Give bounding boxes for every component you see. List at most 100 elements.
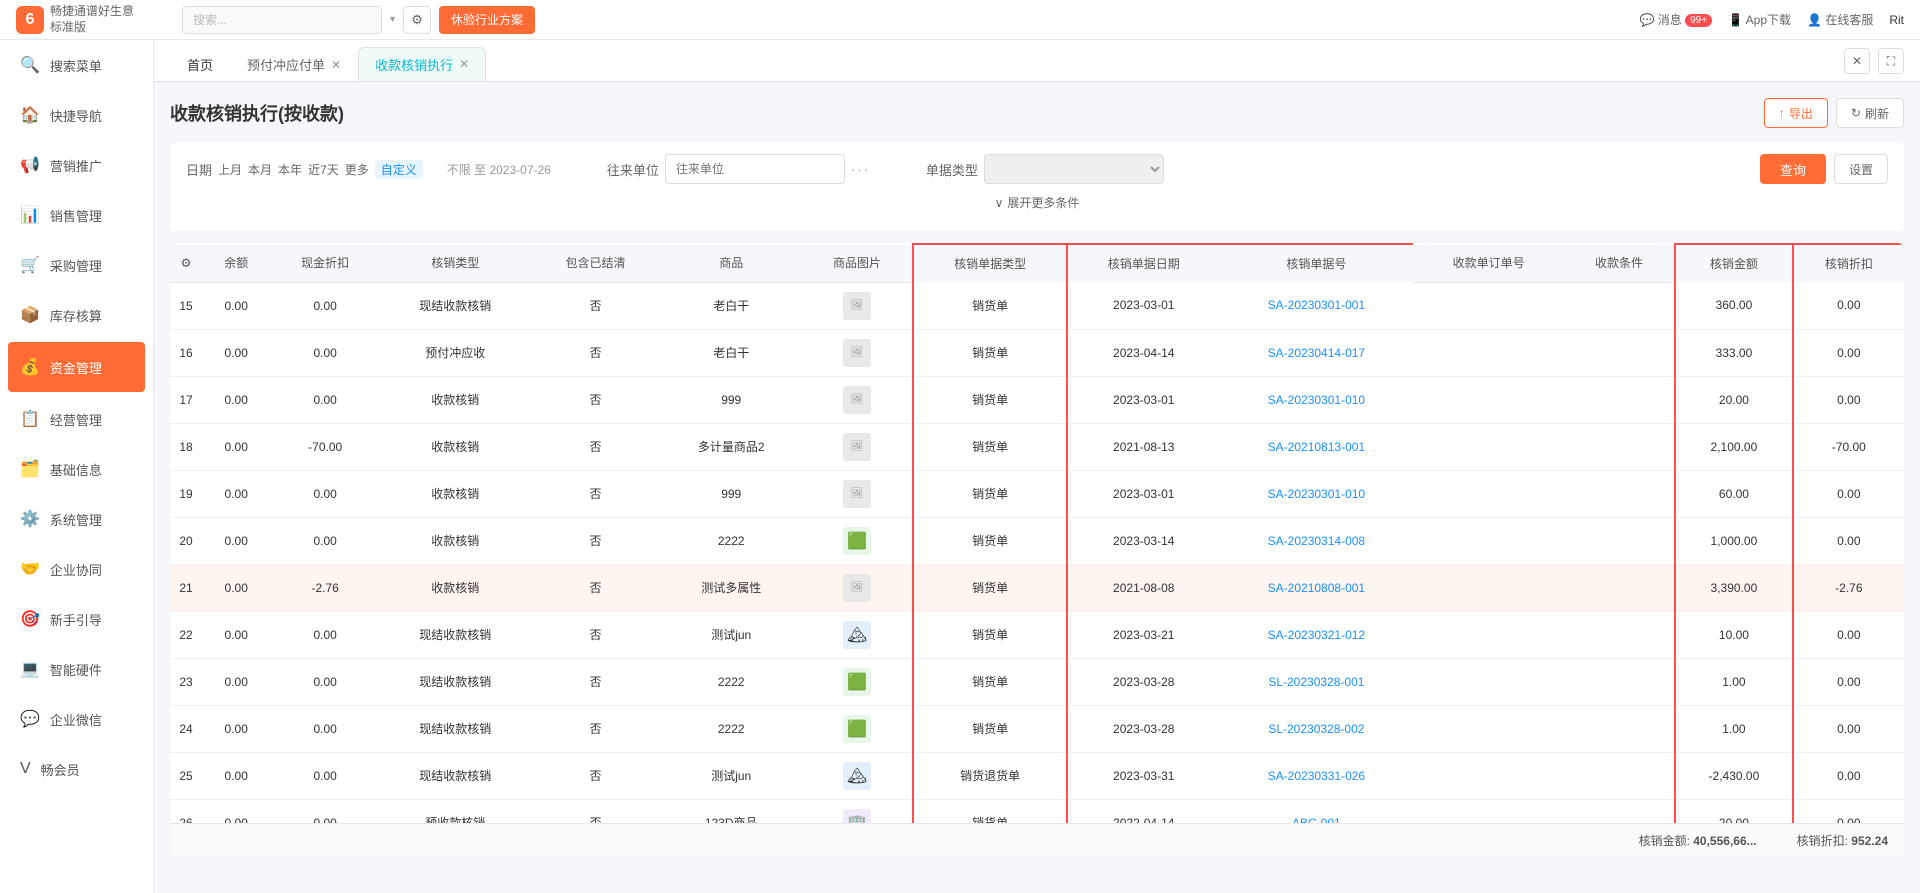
search-box[interactable]: 搜索... <box>182 6 382 34</box>
export-button[interactable]: ↑ 导出 <box>1764 98 1828 128</box>
bill-no-link[interactable]: SA-20230414-017 <box>1268 346 1365 360</box>
sidebar-item-资金管理[interactable]: 💰资金管理 <box>8 342 145 392</box>
sidebar-item-快捷导航[interactable]: 🏠快捷导航 <box>0 90 153 140</box>
cell-bill-date: 2023-03-28 <box>1067 658 1219 705</box>
bill-no-link[interactable]: SA-20230321-012 <box>1268 628 1365 642</box>
partner-dots-icon[interactable]: ··· <box>851 162 870 177</box>
cell-bill-type: 销货单 <box>913 329 1067 376</box>
cell-cash-discount: 0.00 <box>270 517 380 564</box>
custom-date-btn[interactable]: 自定义 <box>375 160 423 179</box>
close-prepay-tab-icon[interactable]: ✕ <box>331 58 341 72</box>
bill-type-select[interactable] <box>984 154 1164 184</box>
table-row: 22 0.00 0.00 现结收款核销 否 测试jun 🏔 销货单 2023-0… <box>170 611 1904 658</box>
cell-product: 999 <box>661 470 802 517</box>
sidebar-icon: 🎯 <box>20 609 40 629</box>
cell-bill-date: 2023-03-21 <box>1067 611 1219 658</box>
cell-payment-terms <box>1564 329 1675 376</box>
maximize-icon[interactable]: ⛶ <box>1878 48 1904 74</box>
cell-cash-discount: 0.00 <box>270 752 380 799</box>
cell-balance: 0.00 <box>202 611 270 658</box>
tab-prepay[interactable]: 预付冲应付单 ✕ <box>230 47 358 81</box>
cell-payment-terms <box>1564 799 1675 823</box>
cell-amount: 1.00 <box>1675 658 1793 705</box>
tab-home[interactable]: 首页 <box>170 47 230 81</box>
cell-id: 26 <box>170 799 202 823</box>
bill-no-link[interactable]: SA-20230301-001 <box>1268 298 1365 312</box>
sidebar-item-智能硬件[interactable]: 💻智能硬件 <box>0 644 153 694</box>
cell-bill-no: SA-20210808-001 <box>1219 564 1413 611</box>
message-link[interactable]: 💬 消息 99+ <box>1639 11 1712 28</box>
cell-order-no <box>1413 329 1564 376</box>
cell-order-no <box>1413 799 1564 823</box>
sidebar-item-经营管理[interactable]: 📋经营管理 <box>0 394 153 444</box>
sidebar-item-基础信息[interactable]: 🗂️基础信息 <box>0 444 153 494</box>
col-amount: 核销金额 <box>1675 244 1793 282</box>
bill-no-link[interactable]: SL-20230328-001 <box>1268 675 1364 689</box>
cell-bill-type: 销货单 <box>913 376 1067 423</box>
partner-label: 往来单位 <box>607 160 659 179</box>
cell-settled: 否 <box>530 752 660 799</box>
date-this-month[interactable]: 本月 <box>248 161 272 178</box>
sidebar-item-新手引导[interactable]: 🎯新手引导 <box>0 594 153 644</box>
cell-cash-discount: 0.00 <box>270 799 380 823</box>
cell-cash-discount: 0.00 <box>270 376 380 423</box>
bill-no-link[interactable]: ABC-001 <box>1292 816 1341 824</box>
sidebar-item-畅会员[interactable]: V畅会员 <box>0 744 153 794</box>
sidebar-item-搜索菜单[interactable]: 🔍搜索菜单 <box>0 40 153 90</box>
sidebar-item-采购管理[interactable]: 🛒采购管理 <box>0 240 153 290</box>
cell-product: 测试jun <box>661 611 802 658</box>
bill-no-link[interactable]: SA-20230301-010 <box>1268 393 1365 407</box>
date-this-year[interactable]: 本年 <box>278 161 302 178</box>
query-button[interactable]: 查询 <box>1760 154 1826 184</box>
cell-bill-type: 销货单 <box>913 282 1067 329</box>
cell-bill-date: 2021-08-08 <box>1067 564 1219 611</box>
settings-button[interactable]: 设置 <box>1834 154 1888 184</box>
sidebar-item-营销推广[interactable]: 📢营销推广 <box>0 140 153 190</box>
industry-btn[interactable]: 休验行业方案 <box>439 6 535 34</box>
close-active-tab-icon[interactable]: ✕ <box>459 57 469 71</box>
dropdown-arrow-icon[interactable]: ▾ <box>390 14 395 25</box>
sidebar-item-label: 畅会员 <box>41 760 80 779</box>
bill-no-link[interactable]: SA-20210808-001 <box>1268 581 1365 595</box>
expand-more-btn[interactable]: ∨ 展开更多条件 <box>995 194 1080 211</box>
cell-order-no <box>1413 282 1564 329</box>
bill-no-link[interactable]: SA-20230301-010 <box>1268 487 1365 501</box>
settings-icon[interactable]: ⚙ <box>403 6 431 34</box>
date-more[interactable]: 更多 <box>345 161 369 178</box>
app-download-link[interactable]: 📱 App下载 <box>1728 11 1791 28</box>
sidebar-icon: 📊 <box>20 205 40 225</box>
cell-settled: 否 <box>530 705 660 752</box>
sidebar-icon: 📦 <box>20 305 40 325</box>
cell-id: 22 <box>170 611 202 658</box>
tab-active[interactable]: 收款核销执行 ✕ <box>358 47 486 81</box>
date-last-month[interactable]: 上月 <box>218 161 242 178</box>
page-body: 收款核销执行(按收款) ↑ 导出 ↻ 刷新 日期 <box>154 82 1920 893</box>
sidebar-item-销售管理[interactable]: 📊销售管理 <box>0 190 153 240</box>
bill-no-link[interactable]: SL-20230328-002 <box>1268 722 1364 736</box>
cell-product-img: 🖼 <box>802 282 913 329</box>
cell-bill-type: 销货单 <box>913 658 1067 705</box>
cell-amount: 1.00 <box>1675 705 1793 752</box>
bill-no-link[interactable]: SA-20230314-008 <box>1268 534 1365 548</box>
cell-product-img: 🖼 <box>802 423 913 470</box>
bill-no-link[interactable]: SA-20210813-001 <box>1268 440 1365 454</box>
sidebar-item-库存核算[interactable]: 📦库存核算 <box>0 290 153 340</box>
bill-no-link[interactable]: SA-20230331-026 <box>1268 769 1365 783</box>
sidebar-item-系统管理[interactable]: ⚙️系统管理 <box>0 494 153 544</box>
partner-input[interactable] <box>665 154 845 184</box>
cell-bill-type: 销货单 <box>913 705 1067 752</box>
sidebar-item-企业协同[interactable]: 🤝企业协同 <box>0 544 153 594</box>
export-icon: ↑ <box>1779 106 1785 120</box>
sidebar-item-企业微信[interactable]: 💬企业微信 <box>0 694 153 744</box>
date-7days[interactable]: 近7天 <box>308 161 339 178</box>
close-window-icon[interactable]: ✕ <box>1844 48 1870 74</box>
sidebar-icon: 🤝 <box>20 559 40 579</box>
online-service-link[interactable]: 👤 在线客服 <box>1807 11 1873 28</box>
cell-bill-no: SA-20230301-001 <box>1219 282 1413 329</box>
refresh-button[interactable]: ↻ 刷新 <box>1836 98 1904 128</box>
table-container[interactable]: ⚙ 余额 现金折扣 核销类型 包含已结清 商品 商品图片 核销单据类型 核销单据… <box>170 243 1904 823</box>
cell-order-no <box>1413 376 1564 423</box>
table-row: 20 0.00 0.00 收款核销 否 2222 🟩 销货单 2023-03-1… <box>170 517 1904 564</box>
cell-type: 预付冲应收 <box>380 329 531 376</box>
cell-bill-no: ABC-001 <box>1219 799 1413 823</box>
